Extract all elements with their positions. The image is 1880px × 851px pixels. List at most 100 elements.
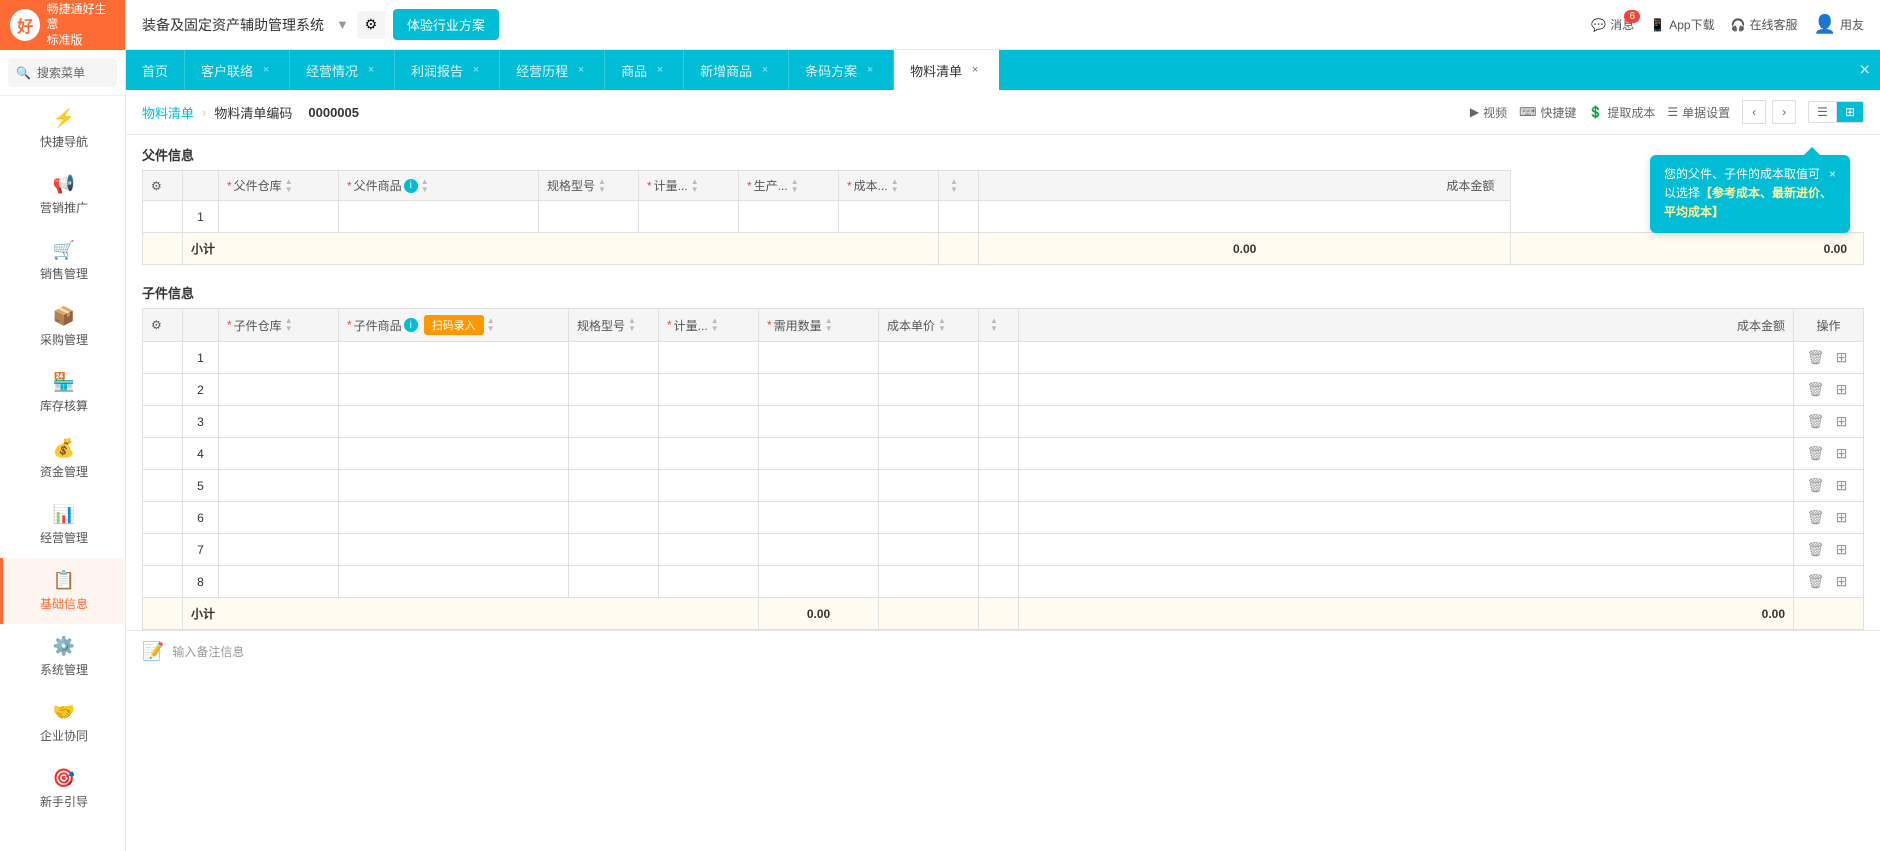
child-row-warehouse[interactable]: [219, 566, 339, 598]
copy-row-icon[interactable]: ⊞: [1831, 379, 1853, 401]
tab-customer-close[interactable]: ×: [259, 63, 273, 77]
sidebar-search[interactable]: 🔍 搜索菜单: [0, 50, 125, 96]
child-row-quantity[interactable]: [759, 566, 879, 598]
sidebar-item-finance[interactable]: 💰 资金管理: [0, 426, 125, 492]
child-row-quantity[interactable]: [759, 406, 879, 438]
tab-history[interactable]: 经营历程 ×: [500, 50, 605, 90]
child-row-unit[interactable]: [659, 534, 759, 566]
parent-col-unit[interactable]: * 计量... ▲▼: [639, 171, 739, 201]
parent-col-cost[interactable]: * 成本... ▲▼: [839, 171, 939, 201]
child-row-unit-cost[interactable]: [879, 406, 979, 438]
copy-row-icon[interactable]: ⊞: [1831, 411, 1853, 433]
child-row-unit-cost[interactable]: [879, 534, 979, 566]
child-row-product[interactable]: [339, 534, 569, 566]
sidebar-item-purchase[interactable]: 📦 采购管理: [0, 294, 125, 360]
child-row-unit[interactable]: [659, 406, 759, 438]
delete-row-icon[interactable]: 🗑: [1805, 475, 1827, 497]
sidebar-item-basic-info[interactable]: 📋 基础信息: [0, 558, 125, 624]
parent-col-prod-date[interactable]: * 生产... ▲▼: [739, 171, 839, 201]
child-row-unit-cost[interactable]: [879, 342, 979, 374]
parent-col-product[interactable]: * 父件商品 i ▲▼: [339, 171, 539, 201]
tab-profit[interactable]: 利润报告 ×: [395, 50, 500, 90]
child-row-unit[interactable]: [659, 566, 759, 598]
parent-row-unit[interactable]: [639, 201, 739, 233]
delete-row-icon[interactable]: 🗑: [1805, 539, 1827, 561]
child-row-unit[interactable]: [659, 342, 759, 374]
copy-row-icon[interactable]: ⊞: [1831, 443, 1853, 465]
child-row-quantity[interactable]: [759, 374, 879, 406]
tab-bom-close[interactable]: ×: [968, 63, 982, 77]
child-row-warehouse[interactable]: [219, 374, 339, 406]
child-row-spec[interactable]: [569, 534, 659, 566]
child-row-unit[interactable]: [659, 502, 759, 534]
scan-button[interactable]: 扫码录入: [424, 315, 484, 335]
delete-row-icon[interactable]: 🗑: [1805, 379, 1827, 401]
tab-operations[interactable]: 经营情况 ×: [290, 50, 395, 90]
child-row-warehouse[interactable]: [219, 502, 339, 534]
tooltip-close-button[interactable]: ×: [1829, 165, 1836, 184]
pager-prev-button[interactable]: ‹: [1742, 100, 1766, 124]
breadcrumb-parent[interactable]: 物料清单: [142, 103, 194, 122]
tab-operations-close[interactable]: ×: [364, 63, 378, 77]
sidebar-item-cooperation[interactable]: 🤝 企业协同: [0, 690, 125, 756]
child-row-spec[interactable]: [569, 374, 659, 406]
copy-row-icon[interactable]: ⊞: [1831, 475, 1853, 497]
child-col-warehouse[interactable]: * 子件仓库 ▲▼: [219, 309, 339, 342]
parent-product-info-icon[interactable]: i: [404, 179, 418, 193]
child-row-unit-cost[interactable]: [879, 566, 979, 598]
child-col-settings[interactable]: ⚙: [143, 309, 183, 342]
tab-home[interactable]: 首页: [126, 50, 185, 90]
parent-col-warehouse[interactable]: * 父件仓库 ▲▼: [219, 171, 339, 201]
tab-customer[interactable]: 客户联络 ×: [185, 50, 290, 90]
tab-barcode-close[interactable]: ×: [863, 63, 877, 77]
child-row-spec[interactable]: [569, 342, 659, 374]
extract-cost-action[interactable]: 💲 提取成本: [1588, 104, 1655, 121]
child-col-quantity[interactable]: * 需用数量 ▲▼: [759, 309, 879, 342]
child-row-spec[interactable]: [569, 438, 659, 470]
child-row-warehouse[interactable]: [219, 342, 339, 374]
child-row-unit-cost[interactable]: [879, 438, 979, 470]
child-row-quantity[interactable]: [759, 534, 879, 566]
tab-new-product-close[interactable]: ×: [758, 63, 772, 77]
copy-row-icon[interactable]: ⊞: [1831, 539, 1853, 561]
parent-col-spec[interactable]: 规格型号 ▲▼: [539, 171, 639, 201]
child-row-unit-cost[interactable]: [879, 502, 979, 534]
tab-barcode[interactable]: 条码方案 ×: [789, 50, 894, 90]
child-row-product[interactable]: [339, 406, 569, 438]
tab-products[interactable]: 商品 ×: [605, 50, 684, 90]
delete-row-icon[interactable]: 🗑: [1805, 411, 1827, 433]
child-row-product[interactable]: [339, 566, 569, 598]
message-button[interactable]: 💬 消息 6: [1591, 16, 1634, 33]
child-row-spec[interactable]: [569, 502, 659, 534]
tab-bom[interactable]: 物料清单 ×: [894, 50, 999, 90]
online-service-button[interactable]: 🎧 在线客服: [1731, 16, 1798, 33]
child-row-unit[interactable]: [659, 470, 759, 502]
sidebar-item-guide[interactable]: 🎯 新手引导: [0, 756, 125, 822]
copy-row-icon[interactable]: ⊞: [1831, 347, 1853, 369]
child-row-quantity[interactable]: [759, 438, 879, 470]
child-row-warehouse[interactable]: [219, 438, 339, 470]
child-col-spec[interactable]: 规格型号 ▲▼: [569, 309, 659, 342]
child-row-spec[interactable]: [569, 566, 659, 598]
child-row-product[interactable]: [339, 374, 569, 406]
sidebar-item-system[interactable]: ⚙️ 系统管理: [0, 624, 125, 690]
child-row-quantity[interactable]: [759, 470, 879, 502]
child-row-spec[interactable]: [569, 470, 659, 502]
child-col-unit[interactable]: * 计量... ▲▼: [659, 309, 759, 342]
copy-row-icon[interactable]: ⊞: [1831, 571, 1853, 593]
delete-row-icon[interactable]: 🗑: [1805, 443, 1827, 465]
child-row-unit-cost[interactable]: [879, 470, 979, 502]
parent-col-settings[interactable]: ⚙: [143, 171, 183, 201]
delete-row-icon[interactable]: 🗑: [1805, 571, 1827, 593]
view-list-button[interactable]: ☰: [1809, 102, 1837, 122]
child-col-product[interactable]: * 子件商品 i 扫码录入 ▲▼: [339, 309, 569, 342]
child-row-spec[interactable]: [569, 406, 659, 438]
user-menu[interactable]: 👤 用友: [1814, 14, 1864, 35]
parent-row-product[interactable]: [339, 201, 539, 233]
child-row-product[interactable]: [339, 438, 569, 470]
video-action[interactable]: ▶ 视频: [1470, 104, 1507, 121]
app-download-button[interactable]: 📱 App下载: [1650, 16, 1714, 33]
sidebar-item-sales[interactable]: 🛒 销售管理: [0, 228, 125, 294]
parent-row-warehouse[interactable]: [219, 201, 339, 233]
tab-history-close[interactable]: ×: [574, 63, 588, 77]
